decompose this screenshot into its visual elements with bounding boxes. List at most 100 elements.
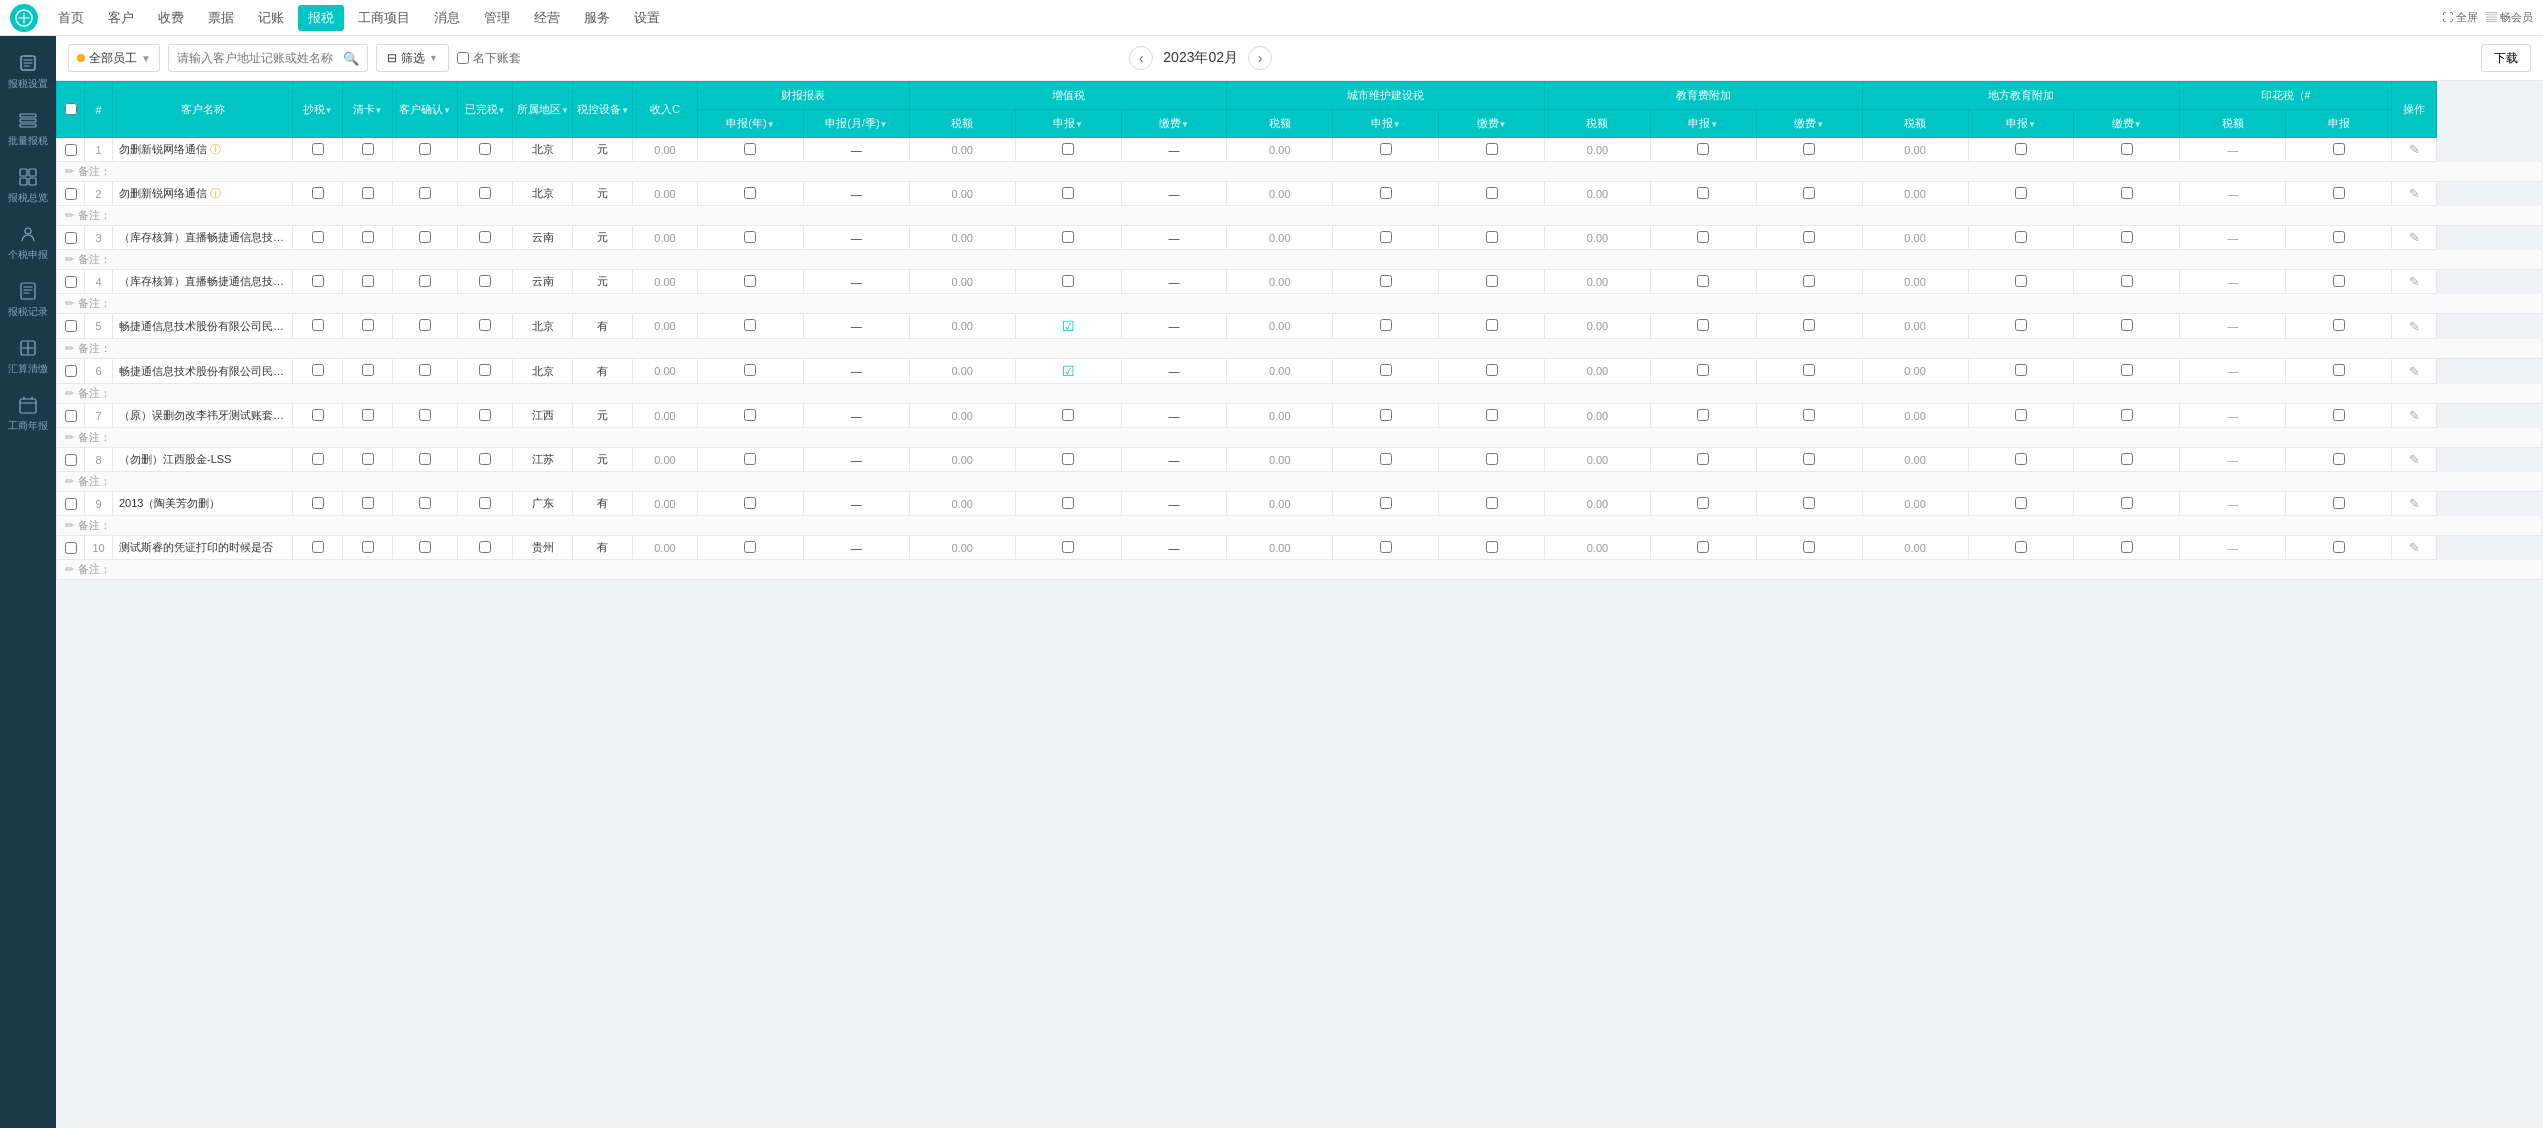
edit-icon[interactable]: ✎ xyxy=(2409,452,2420,467)
sidebar-item-tax-overview[interactable]: 报税总览 xyxy=(0,158,56,213)
local-report-checkbox[interactable] xyxy=(2015,231,2027,243)
clear-card-checkbox[interactable] xyxy=(362,187,374,199)
confirm-checkbox[interactable] xyxy=(419,231,431,243)
local-pay-checkbox[interactable] xyxy=(2121,364,2133,376)
copy-tax-checkbox[interactable] xyxy=(312,364,324,376)
stamp-report-checkbox[interactable] xyxy=(2333,143,2345,155)
employee-filter[interactable]: 全部员工 ▼ xyxy=(68,44,160,72)
edu-report-checkbox[interactable] xyxy=(1697,231,1709,243)
name-under-account-label[interactable]: 名下账套 xyxy=(457,50,521,67)
paid-checkbox[interactable] xyxy=(479,541,491,553)
report-year-checkbox[interactable] xyxy=(744,541,756,553)
warning-icon[interactable]: ⓘ xyxy=(210,187,221,199)
paid-checkbox[interactable] xyxy=(479,409,491,421)
next-period-btn[interactable]: › xyxy=(1248,46,1272,70)
confirm-checkbox[interactable] xyxy=(419,187,431,199)
row-checkbox[interactable] xyxy=(65,542,77,554)
city-pay-checkbox[interactable] xyxy=(1486,319,1498,331)
copy-tax-checkbox[interactable] xyxy=(312,275,324,287)
sidebar-item-batch-tax[interactable]: 批量报税 xyxy=(0,101,56,156)
edu-pay-checkbox[interactable] xyxy=(1803,497,1815,509)
local-pay-checkbox[interactable] xyxy=(2121,497,2133,509)
edu-report-checkbox[interactable] xyxy=(1697,364,1709,376)
edu-report-checkbox[interactable] xyxy=(1697,275,1709,287)
city-pay-checkbox[interactable] xyxy=(1486,364,1498,376)
vat-report-checkbox[interactable] xyxy=(1062,187,1074,199)
row-checkbox[interactable] xyxy=(65,144,77,156)
city-pay-checkbox[interactable] xyxy=(1486,187,1498,199)
row-checkbox[interactable] xyxy=(65,498,77,510)
edit-icon[interactable]: ✎ xyxy=(2409,274,2420,289)
stamp-report-checkbox[interactable] xyxy=(2333,497,2345,509)
clear-card-checkbox[interactable] xyxy=(362,143,374,155)
select-all-checkbox[interactable] xyxy=(65,103,77,115)
stamp-report-checkbox[interactable] xyxy=(2333,453,2345,465)
confirm-checkbox[interactable] xyxy=(419,409,431,421)
fullscreen-btn[interactable]: ⛶ 全屏 xyxy=(2442,10,2478,25)
report-year-checkbox[interactable] xyxy=(744,187,756,199)
copy-tax-checkbox[interactable] xyxy=(312,143,324,155)
clear-card-checkbox[interactable] xyxy=(362,409,374,421)
clear-card-checkbox[interactable] xyxy=(362,231,374,243)
local-pay-checkbox[interactable] xyxy=(2121,231,2133,243)
nav-message[interactable]: 消息 xyxy=(424,5,470,31)
city-pay-checkbox[interactable] xyxy=(1486,409,1498,421)
vat-report-checkbox[interactable] xyxy=(1062,143,1074,155)
local-pay-checkbox[interactable] xyxy=(2121,275,2133,287)
vat-report-checkbox[interactable] xyxy=(1062,541,1074,553)
sidebar-item-tax-settings[interactable]: 报税设置 xyxy=(0,44,56,99)
vat-report-checkbox[interactable] xyxy=(1062,453,1074,465)
clear-card-checkbox[interactable] xyxy=(362,275,374,287)
edit-icon[interactable]: ✎ xyxy=(2409,142,2420,157)
nav-bookkeeping[interactable]: 记账 xyxy=(248,5,294,31)
confirm-checkbox[interactable] xyxy=(419,319,431,331)
edit-icon[interactable]: ✎ xyxy=(2409,319,2420,334)
vat-report-checkbox[interactable] xyxy=(1062,275,1074,287)
row-checkbox[interactable] xyxy=(65,276,77,288)
name-under-account-checkbox[interactable] xyxy=(457,52,469,64)
paid-checkbox[interactable] xyxy=(479,231,491,243)
sidebar-item-personal-tax[interactable]: 个税申报 xyxy=(0,215,56,270)
edu-pay-checkbox[interactable] xyxy=(1803,187,1815,199)
row-checkbox[interactable] xyxy=(65,232,77,244)
download-button[interactable]: 下载 xyxy=(2481,44,2531,72)
paid-checkbox[interactable] xyxy=(479,364,491,376)
edit-icon[interactable]: ✎ xyxy=(2409,186,2420,201)
edit-icon[interactable]: ✎ xyxy=(2409,230,2420,245)
vat-report-checkbox[interactable] xyxy=(1062,497,1074,509)
edit-icon[interactable]: ✎ xyxy=(2409,496,2420,511)
local-report-checkbox[interactable] xyxy=(2015,409,2027,421)
copy-tax-checkbox[interactable] xyxy=(312,497,324,509)
city-report-checkbox[interactable] xyxy=(1380,409,1392,421)
city-report-checkbox[interactable] xyxy=(1380,275,1392,287)
row-checkbox[interactable] xyxy=(65,410,77,422)
nav-settings[interactable]: 设置 xyxy=(624,5,670,31)
paid-checkbox[interactable] xyxy=(479,319,491,331)
edu-pay-checkbox[interactable] xyxy=(1803,541,1815,553)
city-report-checkbox[interactable] xyxy=(1380,231,1392,243)
copy-tax-checkbox[interactable] xyxy=(312,453,324,465)
edu-report-checkbox[interactable] xyxy=(1697,187,1709,199)
clear-card-checkbox[interactable] xyxy=(362,497,374,509)
report-year-checkbox[interactable] xyxy=(744,275,756,287)
row-checkbox[interactable] xyxy=(65,365,77,377)
edit-icon[interactable]: ✎ xyxy=(2409,408,2420,423)
edu-pay-checkbox[interactable] xyxy=(1803,364,1815,376)
local-report-checkbox[interactable] xyxy=(2015,364,2027,376)
nav-invoice[interactable]: 票据 xyxy=(198,5,244,31)
city-pay-checkbox[interactable] xyxy=(1486,497,1498,509)
row-checkbox[interactable] xyxy=(65,320,77,332)
copy-tax-checkbox[interactable] xyxy=(312,541,324,553)
paid-checkbox[interactable] xyxy=(479,497,491,509)
search-input[interactable] xyxy=(177,51,343,65)
clear-card-checkbox[interactable] xyxy=(362,453,374,465)
nav-business[interactable]: 工商项目 xyxy=(348,5,420,31)
vat-report-checkbox[interactable] xyxy=(1062,231,1074,243)
city-report-checkbox[interactable] xyxy=(1380,319,1392,331)
report-year-checkbox[interactable] xyxy=(744,453,756,465)
filter-button[interactable]: ⊟ 筛选 ▼ xyxy=(376,44,449,72)
city-report-checkbox[interactable] xyxy=(1380,541,1392,553)
copy-tax-checkbox[interactable] xyxy=(312,409,324,421)
edu-pay-checkbox[interactable] xyxy=(1803,453,1815,465)
report-year-checkbox[interactable] xyxy=(744,231,756,243)
